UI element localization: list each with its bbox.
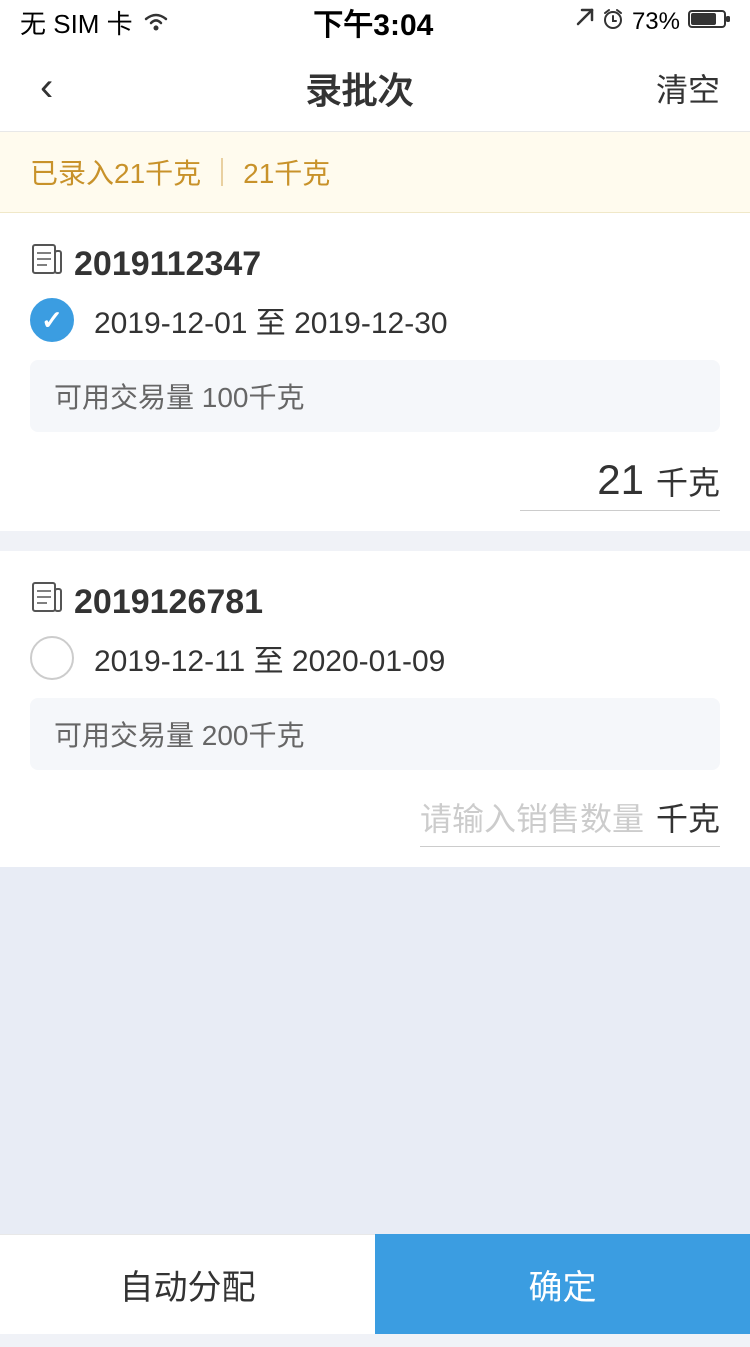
wifi-icon (141, 7, 171, 38)
alarm-icon (602, 8, 624, 37)
batch-1-doc-icon (30, 243, 64, 286)
batch-2-available: 可用交易量 200千克 (30, 698, 720, 770)
batch-1-radio[interactable]: ✓ (30, 298, 74, 342)
batch-card-2: 2019126781 2019-12-11 至 2020-01-09 可用交易量… (0, 551, 750, 770)
location-icon (576, 8, 594, 37)
check-icon: ✓ (41, 305, 63, 336)
amount-row-wrapper: 21 千克 (0, 432, 750, 531)
batch-1-unit: 千克 (656, 458, 720, 504)
amount-row: 21 千克 (30, 456, 720, 531)
battery-icon (688, 8, 730, 37)
batch-card-1: 2019112347 ✓ 2019-12-01 至 2019-12-30 可用交… (0, 213, 750, 432)
batch-1-amount: 21 (597, 456, 644, 504)
batch-2-id: 2019126781 (74, 583, 263, 622)
page-title: 录批次 (306, 62, 414, 114)
amount-values: 21 千克 (30, 456, 720, 504)
batch-2-input-placeholder[interactable]: 请输入销售数量 (420, 794, 644, 840)
batch-1-date-row[interactable]: ✓ 2019-12-01 至 2019-12-30 (30, 298, 720, 342)
nav-bar: ‹ 录批次 清空 (0, 44, 750, 132)
status-time: 下午3:04 (313, 0, 433, 44)
amount-underline (520, 510, 720, 511)
batch-2-date: 2019-12-11 至 2020-01-09 (94, 636, 445, 680)
batch-2-unit: 千克 (656, 794, 720, 840)
batch-2-date-row[interactable]: 2019-12-11 至 2020-01-09 (30, 636, 720, 680)
back-button[interactable]: ‹ (30, 55, 63, 120)
amount-container: 21 千克 (30, 456, 720, 511)
no-sim-label: 无 SIM 卡 (20, 4, 133, 41)
batch-1-available: 可用交易量 100千克 (30, 360, 720, 432)
batch-1-date: 2019-12-01 至 2019-12-30 (94, 298, 448, 342)
bottom-bar: 自动分配 确定 (0, 1234, 750, 1334)
input-underline (420, 846, 720, 847)
status-bar: 无 SIM 卡 下午3:04 73 (0, 0, 750, 44)
status-left: 无 SIM 卡 (20, 4, 171, 41)
input-row: 请输入销售数量 千克 (30, 794, 720, 867)
info-amount: 21千克 (243, 152, 330, 192)
input-row-wrapper: 请输入销售数量 千克 (0, 770, 750, 867)
auto-distribute-button[interactable]: 自动分配 (0, 1234, 375, 1334)
batch-2-doc-icon (30, 581, 64, 624)
input-container[interactable]: 请输入销售数量 千克 (30, 794, 720, 847)
batch-1-id: 2019112347 (74, 245, 261, 284)
card-spacer-1 (0, 531, 750, 551)
batch-1-available-text: 可用交易量 100千克 (54, 382, 305, 413)
batch-2-radio[interactable] (30, 636, 74, 680)
input-values: 请输入销售数量 千克 (30, 794, 720, 840)
batch-1-header: 2019112347 (30, 243, 720, 286)
info-banner: 已录入21千克 21千克 (0, 132, 750, 213)
status-right: 73% (576, 8, 730, 37)
gray-area (0, 867, 750, 1247)
batch-2-available-text: 可用交易量 200千克 (54, 720, 305, 751)
info-divider (221, 158, 223, 186)
batch-2-header: 2019126781 (30, 581, 720, 624)
clear-button[interactable]: 清空 (656, 65, 720, 111)
confirm-button[interactable]: 确定 (375, 1234, 750, 1334)
battery-percent: 73% (632, 8, 680, 36)
recorded-label: 已录入21千克 (30, 152, 201, 192)
